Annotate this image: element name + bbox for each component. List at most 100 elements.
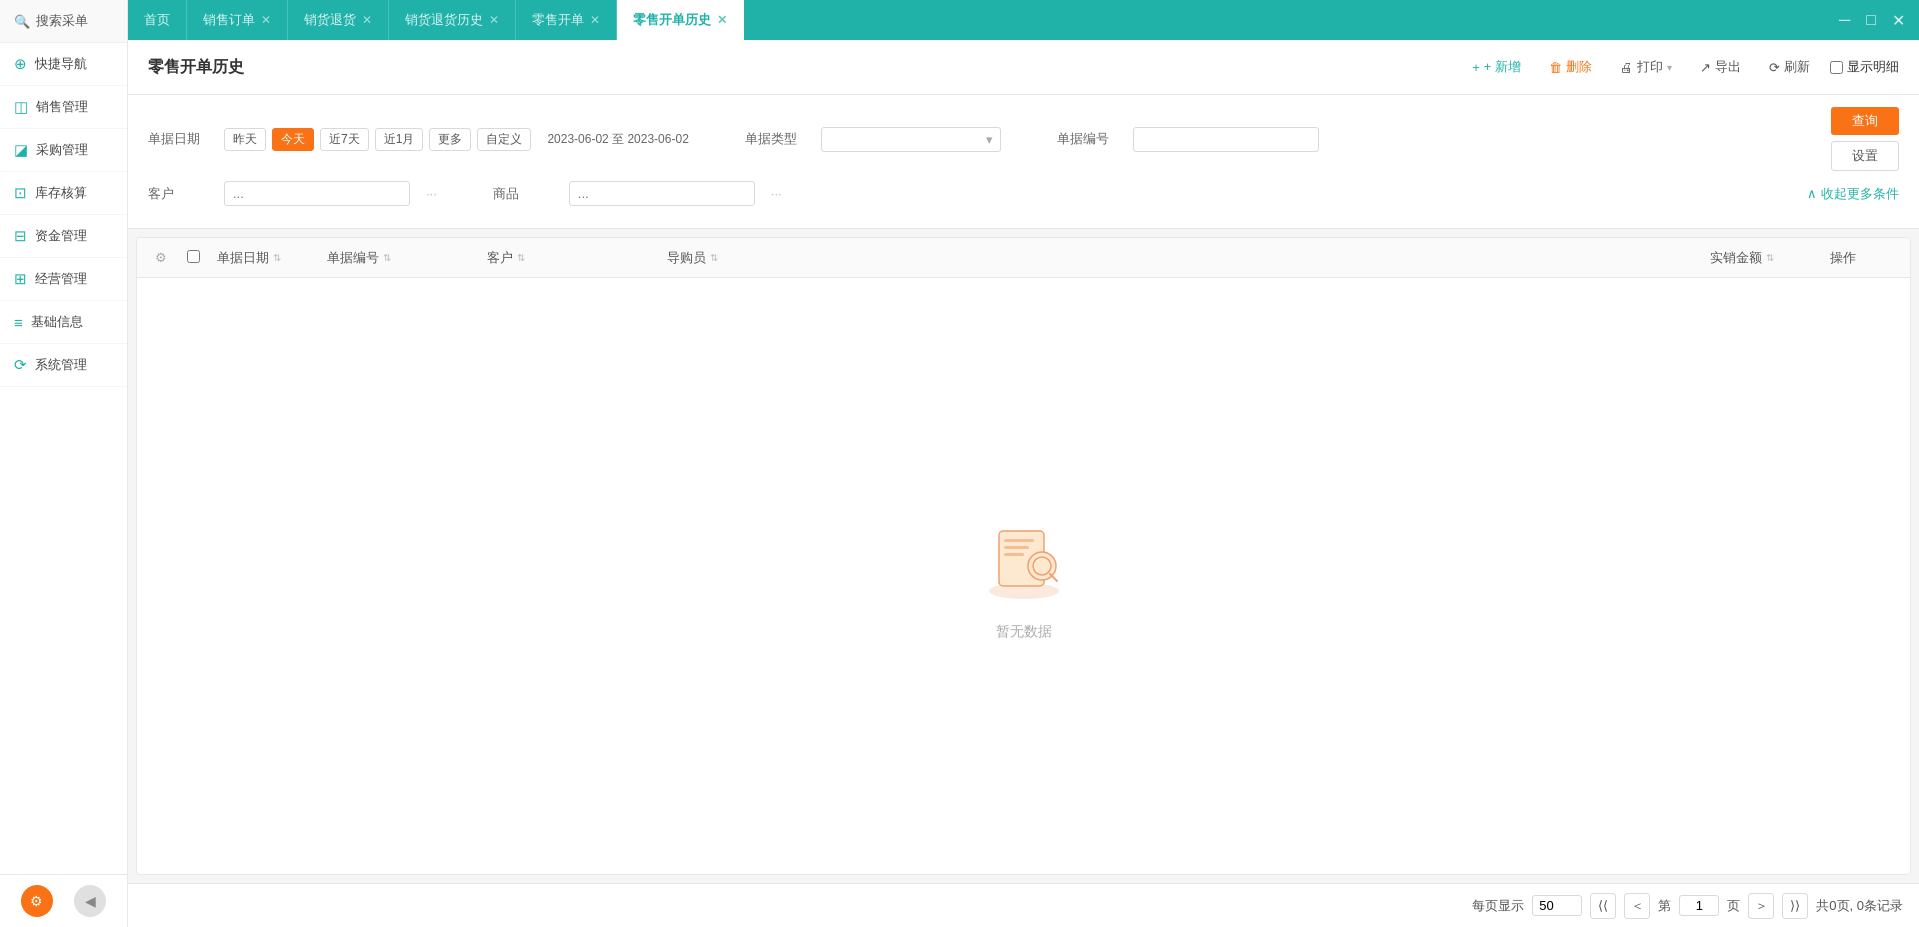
collapse-icon: ◀ (85, 893, 96, 909)
goods-ellipsis[interactable]: ··· (771, 186, 782, 201)
sys-mgmt-icon: ⟳ (14, 356, 27, 374)
print-dropdown-icon: ▾ (1667, 62, 1672, 73)
tab-sales-return[interactable]: 销货退货 ✕ (288, 0, 389, 40)
delete-label: 删除 (1566, 58, 1592, 76)
refresh-icon: ⟳ (1769, 60, 1780, 75)
sidebar-item-sales-mgmt[interactable]: ◫ 销售管理 (0, 86, 127, 129)
sales-mgmt-icon: ◫ (14, 98, 28, 116)
th-customer-sort-icon: ⇅ (517, 252, 525, 263)
date-shortcut-btns: 昨天 今天 近7天 近1月 更多 自定义 (224, 128, 531, 151)
customer-input[interactable] (224, 181, 410, 206)
sidebar-item-label: 经营管理 (35, 270, 87, 288)
display-detail-label: 显示明细 (1847, 58, 1899, 76)
delete-button[interactable]: 🗑 删除 (1541, 54, 1600, 80)
tab-sales-order[interactable]: 销售订单 ✕ (187, 0, 288, 40)
th-action: 操作 (1822, 249, 1902, 267)
date-btn-1month[interactable]: 近1月 (375, 128, 424, 151)
tab-sales-return-close[interactable]: ✕ (362, 13, 372, 27)
th-guide[interactable]: 导购员 ⇅ (659, 249, 779, 267)
svg-rect-2 (1004, 539, 1034, 542)
filter-row-1: 单据日期 昨天 今天 近7天 近1月 更多 自定义 2023-06-02 至 2… (148, 107, 1899, 171)
date-btn-yesterday[interactable]: 昨天 (224, 128, 266, 151)
print-button[interactable]: 🖨 打印 ▾ (1612, 54, 1680, 80)
select-all-checkbox[interactable] (177, 250, 209, 266)
query-button[interactable]: 查询 (1831, 107, 1899, 135)
sidebar-item-finance[interactable]: ⊟ 资金管理 (0, 215, 127, 258)
sidebar-item-base-info[interactable]: ≡ 基础信息 (0, 301, 127, 344)
bill-num-input[interactable] (1133, 127, 1319, 152)
date-filter-label: 单据日期 (148, 130, 208, 148)
display-detail-checkbox[interactable]: 显示明细 (1830, 58, 1899, 76)
window-maximize-icon[interactable]: □ (1862, 7, 1880, 33)
collapse-up-icon: ∧ (1807, 186, 1817, 201)
th-num[interactable]: 单据编号 ⇅ (319, 249, 479, 267)
tab-retail-open-history[interactable]: 零售开单历史 ✕ (617, 0, 744, 40)
tab-sales-order-close[interactable]: ✕ (261, 13, 271, 27)
settings-button[interactable]: ⚙ (21, 885, 53, 917)
add-button[interactable]: + + 新增 (1464, 54, 1529, 80)
sidebar-item-inventory[interactable]: ⊡ 库存核算 (0, 172, 127, 215)
query-btns: 查询 设置 (1831, 107, 1899, 171)
refresh-button[interactable]: ⟳ 刷新 (1761, 54, 1818, 80)
sidebar-search[interactable]: 🔍 搜索采单 (0, 0, 127, 43)
bill-type-label: 单据类型 (745, 130, 805, 148)
sidebar-item-operations[interactable]: ⊞ 经营管理 (0, 258, 127, 301)
sidebar-search-label: 搜索采单 (36, 12, 88, 30)
print-label: 打印 (1637, 58, 1663, 76)
date-btn-more[interactable]: 更多 (429, 128, 471, 151)
sidebar: 🔍 搜索采单 ⊕ 快捷导航 ◫ 销售管理 ◪ 采购管理 ⊡ 库存核算 ⊟ 资金管… (0, 0, 128, 927)
sidebar-item-sys-mgmt[interactable]: ⟳ 系统管理 (0, 344, 127, 387)
sidebar-item-label: 快捷导航 (35, 55, 87, 73)
th-num-sort-icon: ⇅ (383, 252, 391, 263)
sidebar-item-quick-nav[interactable]: ⊕ 快捷导航 (0, 43, 127, 86)
window-minimize-icon[interactable]: ─ (1835, 7, 1854, 33)
tab-home[interactable]: 首页 (128, 0, 187, 40)
pagination-page-input[interactable] (1679, 895, 1719, 916)
th-customer[interactable]: 客户 ⇅ (479, 249, 659, 267)
customer-ellipsis[interactable]: ··· (426, 186, 437, 201)
pagination-next-btn[interactable]: ＞ (1748, 893, 1774, 919)
pagination-first-btn[interactable]: ⟨⟨ (1590, 893, 1616, 919)
column-settings-icon[interactable]: ⚙ (145, 250, 177, 265)
tab-sales-return-history[interactable]: 销货退货历史 ✕ (389, 0, 516, 40)
tab-sales-order-label: 销售订单 (203, 11, 255, 29)
purchase-mgmt-icon: ◪ (14, 141, 28, 159)
print-icon: 🖨 (1620, 60, 1633, 75)
th-date[interactable]: 单据日期 ⇅ (209, 249, 319, 267)
tab-sales-return-history-close[interactable]: ✕ (489, 13, 499, 27)
bill-type-select[interactable] (821, 127, 1001, 152)
content-area: 零售开单历史 + + 新增 🗑 删除 🖨 打印 ▾ ↗ 导出 (128, 40, 1919, 927)
goods-input[interactable] (569, 181, 755, 206)
goods-filter-label: 商品 (493, 185, 553, 203)
toolbar: + + 新增 🗑 删除 🖨 打印 ▾ ↗ 导出 ⟳ (1464, 54, 1899, 94)
th-date-label: 单据日期 (217, 249, 269, 267)
display-detail-input[interactable] (1830, 61, 1843, 74)
tab-retail-open[interactable]: 零售开单 ✕ (516, 0, 617, 40)
date-btn-today[interactable]: 今天 (272, 128, 314, 151)
bill-type-select-wrap (821, 127, 1001, 152)
base-info-icon: ≡ (14, 314, 23, 331)
pagination-last-btn[interactable]: ⟩⟩ (1782, 893, 1808, 919)
add-label: + 新增 (1484, 58, 1521, 76)
settings-query-button[interactable]: 设置 (1831, 141, 1899, 171)
sidebar-item-label: 系统管理 (35, 356, 87, 374)
export-button[interactable]: ↗ 导出 (1692, 54, 1749, 80)
per-page-label: 每页显示 (1472, 897, 1524, 915)
per-page-select[interactable]: 10 20 50 100 (1532, 895, 1582, 916)
pagination: 每页显示 10 20 50 100 ⟨⟨ ＜ 第 页 ＞ ⟩⟩ 共0页, 0条记… (128, 883, 1919, 927)
tab-bar-right: ─ □ ✕ (1835, 0, 1919, 40)
th-guide-label: 导购员 (667, 249, 706, 267)
finance-icon: ⊟ (14, 227, 27, 245)
date-btn-custom[interactable]: 自定义 (477, 128, 531, 151)
select-all-input[interactable] (187, 250, 200, 263)
date-btn-7days[interactable]: 近7天 (320, 128, 369, 151)
th-amount[interactable]: 实销金额 ⇅ (1702, 249, 1822, 267)
sidebar-item-label: 资金管理 (35, 227, 87, 245)
window-close-icon[interactable]: ✕ (1888, 7, 1909, 34)
pagination-prev-btn[interactable]: ＜ (1624, 893, 1650, 919)
collapse-filter-btn[interactable]: ∧ 收起更多条件 (1807, 185, 1899, 203)
collapse-button[interactable]: ◀ (74, 885, 106, 917)
tab-retail-open-close[interactable]: ✕ (590, 13, 600, 27)
tab-retail-open-history-close[interactable]: ✕ (717, 13, 727, 27)
sidebar-item-purchase-mgmt[interactable]: ◪ 采购管理 (0, 129, 127, 172)
